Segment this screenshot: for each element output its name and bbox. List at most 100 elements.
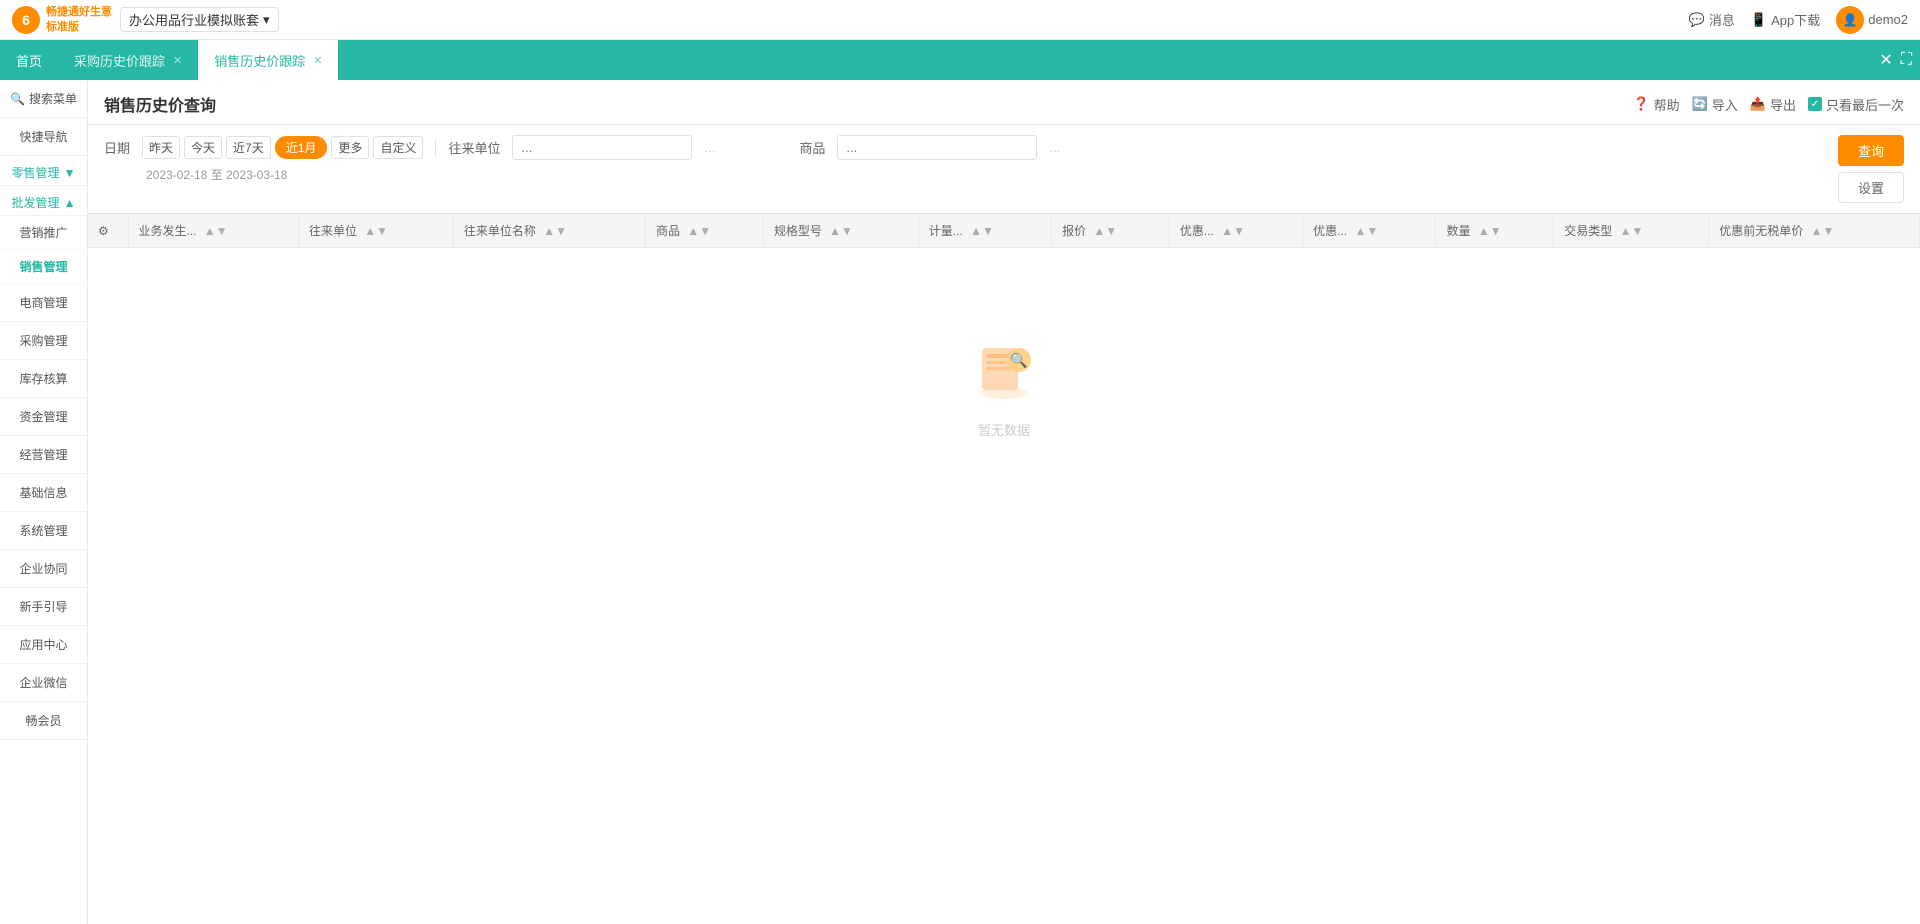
date-range-display: 2023-02-18 至 2023-03-18: [146, 166, 287, 183]
only-last-checkbox-label[interactable]: ✓ 只看最后一次: [1808, 95, 1904, 114]
sidebar-item-system[interactable]: 系统管理: [0, 512, 87, 550]
sidebar-item-wechat[interactable]: 企业微信: [0, 664, 87, 702]
chevron-up-icon: ▲: [64, 196, 76, 210]
user-action[interactable]: 👤 demo2: [1836, 6, 1908, 34]
sort-icon-unit: ▲▼: [970, 224, 994, 238]
partner-input[interactable]: [512, 135, 692, 160]
page-actions: ❓ 帮助 🔄 导入 📤 导出 ✓ 只看最后一次: [1633, 95, 1904, 114]
export-action[interactable]: 📤 导出: [1750, 95, 1796, 114]
export-icon: 📤: [1750, 96, 1766, 112]
table-container: ⚙ 业务发生... ▲▼ 往来单位 ▲▼ 往来单位名称: [88, 214, 1920, 924]
sort-icon-tax-free: ▲▼: [1811, 224, 1835, 238]
tab-bar: 首页 采购历史价跟踪 ✕ 销售历史价跟踪 ✕ ✕ ⛶: [0, 40, 1920, 80]
sidebar-item-purchase[interactable]: 采购管理: [0, 322, 87, 360]
sort-icon-biz-date: ▲▼: [204, 224, 228, 238]
import-icon: 🔄: [1692, 96, 1708, 112]
sidebar-item-sales-mgmt[interactable]: 销售管理: [0, 250, 87, 284]
message-icon: 💬: [1689, 12, 1705, 28]
query-button[interactable]: 查询: [1838, 135, 1904, 166]
sidebar-item-basic-info[interactable]: 基础信息: [0, 474, 87, 512]
import-action[interactable]: 🔄 导入: [1692, 95, 1738, 114]
date-btn-last1month[interactable]: 近1月: [275, 136, 328, 159]
settings-button[interactable]: 设置: [1838, 172, 1904, 203]
th-price[interactable]: 报价 ▲▼: [1052, 214, 1170, 248]
goods-filter-label: 商品: [799, 138, 825, 157]
main-layout: 🔍 搜索菜单 快捷导航 零售管理 ▼ 批发管理 ▲ 营销推广 销售管理 电商管理…: [0, 80, 1920, 924]
date-filter-label: 日期: [104, 138, 130, 157]
filter-buttons: 查询 设置: [1838, 135, 1904, 203]
th-partner-name[interactable]: 往来单位名称 ▲▼: [453, 214, 645, 248]
sidebar-item-app-center[interactable]: 应用中心: [0, 626, 87, 664]
sidebar-item-member[interactable]: 畅会员: [0, 702, 87, 740]
search-icon: 🔍: [10, 92, 25, 106]
data-table: ⚙ 业务发生... ▲▼ 往来单位 ▲▼ 往来单位名称: [88, 214, 1920, 248]
th-discount2[interactable]: 优惠... ▲▼: [1303, 214, 1436, 248]
sidebar-item-enterprise[interactable]: 企业协同: [0, 550, 87, 588]
app-download-action[interactable]: 📱 App下载: [1751, 10, 1820, 29]
date-btn-more[interactable]: 更多: [331, 136, 369, 159]
th-partner-code[interactable]: 往来单位 ▲▼: [298, 214, 453, 248]
sort-icon-qty: ▲▼: [1478, 224, 1502, 238]
th-biz-date[interactable]: 业务发生... ▲▼: [128, 214, 298, 248]
sort-icon-price: ▲▼: [1093, 224, 1117, 238]
close-sales-tab-icon[interactable]: ✕: [313, 54, 322, 67]
empty-state: 🔍 暂无数据: [88, 248, 1920, 519]
svg-text:6: 6: [22, 12, 30, 28]
sidebar-item-guide[interactable]: 新手引导: [0, 588, 87, 626]
goods-input[interactable]: [837, 135, 1037, 160]
content-area: 销售历史价查询 ❓ 帮助 🔄 导入 📤 导出 ✓: [88, 80, 1920, 924]
page-content: 销售历史价查询 ❓ 帮助 🔄 导入 📤 导出 ✓: [88, 80, 1920, 924]
th-discount1[interactable]: 优惠... ▲▼: [1169, 214, 1302, 248]
sidebar-item-quick-nav[interactable]: 快捷导航: [0, 118, 87, 156]
sidebar-item-operations[interactable]: 经营管理: [0, 436, 87, 474]
th-qty[interactable]: 数量 ▲▼: [1436, 214, 1554, 248]
logo: 6 畅捷通好生意 标准版: [12, 5, 112, 34]
tab-home[interactable]: 首页: [0, 40, 58, 80]
date-btn-last7days[interactable]: 近7天: [226, 136, 271, 159]
sidebar-item-finance[interactable]: 资金管理: [0, 398, 87, 436]
sidebar-item-inventory[interactable]: 库存核算: [0, 360, 87, 398]
header-left: 6 畅捷通好生意 标准版 办公用品行业模拟账套 ▾: [12, 5, 279, 34]
account-selector[interactable]: 办公用品行业模拟账套 ▾: [120, 7, 279, 32]
date-btn-yesterday[interactable]: 昨天: [142, 136, 180, 159]
goods-dots-icon: ...: [1049, 140, 1060, 155]
header-right: 💬 消息 📱 App下载 👤 demo2: [1689, 6, 1908, 34]
date-btn-custom[interactable]: 自定义: [373, 136, 423, 159]
message-action[interactable]: 💬 消息: [1689, 10, 1735, 29]
svg-text:🔍: 🔍: [1010, 351, 1027, 369]
maximize-icon[interactable]: ⛶: [1901, 51, 1912, 69]
th-unit[interactable]: 计量... ▲▼: [918, 214, 1051, 248]
top-header: 6 畅捷通好生意 标准版 办公用品行业模拟账套 ▾ 💬 消息 📱 App下载 👤…: [0, 0, 1920, 40]
sidebar-item-wholesale[interactable]: 批发管理 ▲: [0, 186, 87, 216]
close-window-icon[interactable]: ✕: [1879, 50, 1892, 70]
page-title: 销售历史价查询: [104, 92, 216, 116]
partner-filter-label: 往来单位: [448, 138, 500, 157]
sidebar-item-ecommerce[interactable]: 电商管理: [0, 284, 87, 322]
sidebar-item-search[interactable]: 🔍 搜索菜单: [0, 80, 87, 118]
date-btn-today[interactable]: 今天: [184, 136, 222, 159]
date-shortcuts: 昨天 今天 近7天 近1月 更多 自定义: [142, 136, 423, 159]
tab-bar-controls: ✕ ⛶: [1879, 50, 1920, 70]
sidebar-item-marketing[interactable]: 营销推广: [0, 216, 87, 250]
sort-icon-partner-name: ▲▼: [543, 224, 567, 238]
filter-row-2: 2023-02-18 至 2023-03-18: [104, 166, 1822, 183]
mobile-icon: 📱: [1751, 12, 1767, 28]
settings-icon: ⚙: [98, 224, 109, 238]
chevron-down-icon: ▼: [64, 166, 76, 180]
logo-icon: 6: [12, 6, 40, 34]
sidebar: 🔍 搜索菜单 快捷导航 零售管理 ▼ 批发管理 ▲ 营销推广 销售管理 电商管理…: [0, 80, 88, 924]
partner-dots-icon: ...: [704, 140, 715, 155]
th-goods[interactable]: 商品 ▲▼: [646, 214, 764, 248]
help-icon: ❓: [1633, 96, 1649, 112]
help-action[interactable]: ❓ 帮助: [1633, 95, 1679, 114]
th-tax-free-price[interactable]: 优惠前无税单价 ▲▼: [1709, 214, 1920, 248]
empty-state-icon: 🔍: [964, 328, 1044, 408]
tab-sales-history[interactable]: 销售历史价跟踪 ✕: [198, 40, 338, 80]
tab-purchase-history[interactable]: 采购历史价跟踪 ✕: [58, 40, 198, 80]
th-settings[interactable]: ⚙: [88, 214, 128, 248]
close-purchase-tab-icon[interactable]: ✕: [173, 54, 182, 67]
avatar: 👤: [1836, 6, 1864, 34]
th-spec[interactable]: 规格型号 ▲▼: [763, 214, 918, 248]
th-trade-type[interactable]: 交易类型 ▲▼: [1554, 214, 1709, 248]
sidebar-item-retail[interactable]: 零售管理 ▼: [0, 156, 87, 186]
